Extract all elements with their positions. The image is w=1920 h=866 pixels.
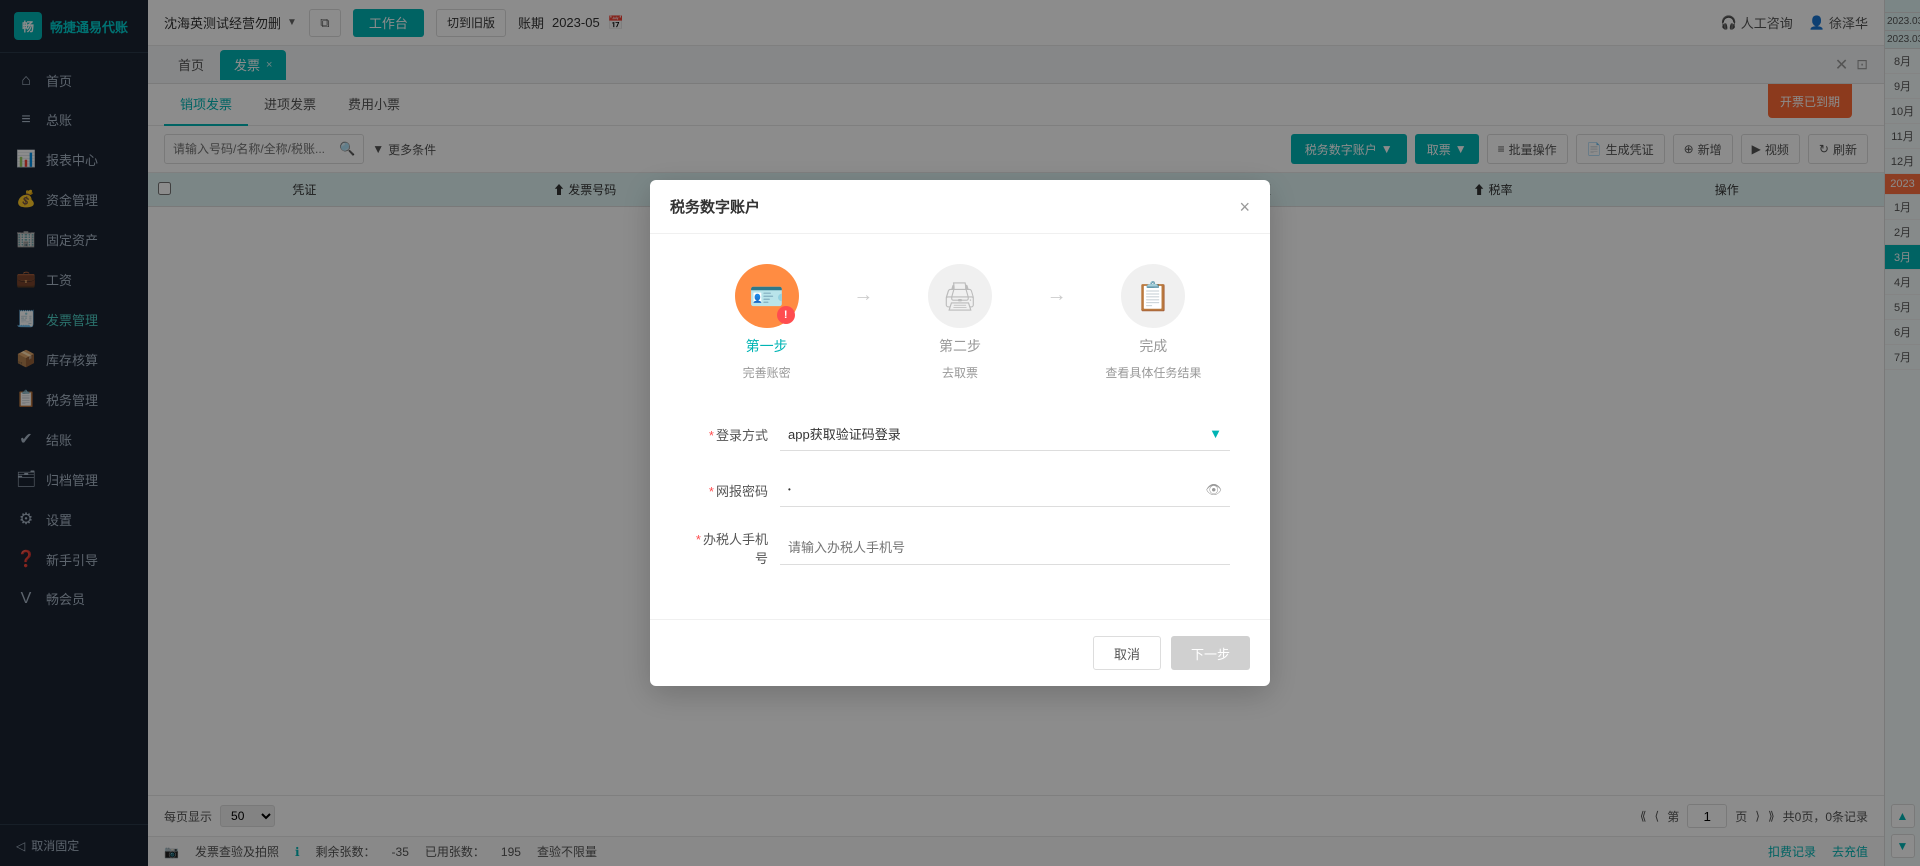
step-3-sublabel: 查看具体任务结果 [1105, 364, 1201, 381]
step-1-sublabel: 完善账密 [743, 364, 791, 381]
password-eye-icon[interactable]: 👁 [1205, 482, 1222, 498]
modal-title: 税务数字账户 [670, 196, 760, 217]
phone-input[interactable] [780, 531, 1230, 565]
step-2-icon-wrap: 🖨 [928, 264, 992, 328]
phone-label: 办税人手机号 [690, 529, 780, 567]
step-1-label: 第一步 [746, 336, 788, 356]
login-method-field: 登录方式 app获取验证码登录 ▼ [690, 417, 1230, 451]
arrow-2: → [1037, 264, 1077, 307]
step-3: 📋 完成 查看具体任务结果 [1077, 264, 1230, 381]
step-2-sublabel: 去取票 [942, 364, 978, 381]
step-3-icon-wrap: 📋 [1121, 264, 1185, 328]
modal-body: 🪪 ! 第一步 完善账密 → 🖨 第二步 去取票 → [650, 234, 1270, 619]
password-dot: • [788, 485, 791, 494]
password-input-wrap: • 👁 [780, 473, 1230, 507]
login-method-select[interactable]: app获取验证码登录 ▼ [780, 417, 1230, 451]
modal-close-button[interactable]: × [1239, 198, 1250, 216]
step-3-label: 完成 [1139, 336, 1167, 356]
modal-footer: 取消 下一步 [650, 619, 1270, 686]
login-method-label: 登录方式 [690, 425, 780, 444]
step-1-icon-wrap: 🪪 ! [735, 264, 799, 328]
steps-container: 🪪 ! 第一步 完善账密 → 🖨 第二步 去取票 → [690, 264, 1230, 381]
step-2-icon: 🖨 [942, 280, 978, 313]
login-method-value: app获取验证码登录 [788, 424, 901, 443]
next-button[interactable]: 下一步 [1171, 636, 1250, 670]
step-1: 🪪 ! 第一步 完善账密 [690, 264, 843, 381]
step-2-label: 第二步 [939, 336, 981, 356]
step-2: 🖨 第二步 去取票 [883, 264, 1036, 381]
step-3-icon: 📋 [1136, 280, 1171, 313]
password-label: 网报密码 [690, 481, 780, 500]
modal-header: 税务数字账户 × [650, 180, 1270, 234]
phone-field: 办税人手机号 [690, 529, 1230, 567]
arrow-1: → [843, 264, 883, 307]
tax-digital-modal: 税务数字账户 × 🪪 ! 第一步 完善账密 → [650, 180, 1270, 686]
password-field: 网报密码 • 👁 [690, 473, 1230, 507]
step-1-error-badge: ! [777, 306, 795, 324]
cancel-button[interactable]: 取消 [1093, 636, 1161, 670]
login-method-dropdown-icon: ▼ [1209, 426, 1222, 441]
modal-overlay: 税务数字账户 × 🪪 ! 第一步 完善账密 → [0, 0, 1920, 866]
